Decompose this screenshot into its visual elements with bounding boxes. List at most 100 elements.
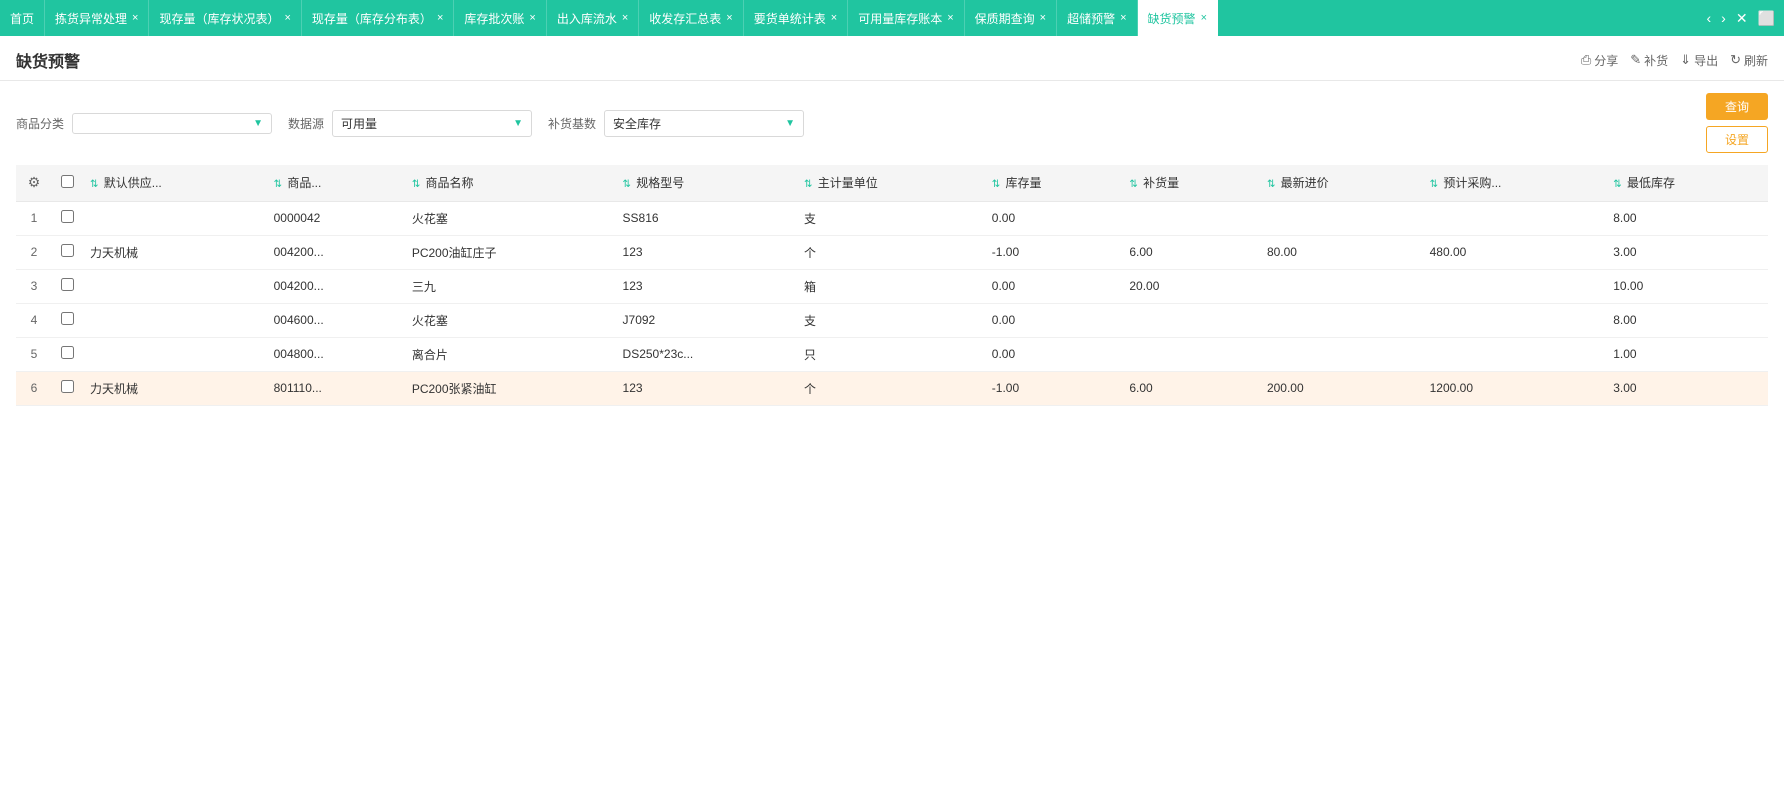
cell-stock: -1.00 (984, 371, 1122, 405)
cell-product-code: 0000042 (266, 201, 404, 235)
tab-close-inout-flow[interactable]: × (622, 12, 628, 24)
row-checkbox-4[interactable] (61, 346, 74, 359)
table-wrapper: ⚙ ⇅ 默认供应... ⇅ 商品... ⇅ 商品名称 (0, 165, 1784, 406)
tab-order-stats[interactable]: 要货单统计表 × (744, 0, 848, 36)
tab-close-receipt-summary[interactable]: × (726, 12, 732, 24)
th-unit[interactable]: ⇅ 主计量单位 (796, 165, 984, 201)
cell-stock: 0.00 (984, 337, 1122, 371)
sort-icon-product-code: ⇅ (274, 179, 282, 190)
row-number: 6 (16, 371, 52, 405)
tab-batch-account[interactable]: 库存批次账 × (454, 0, 546, 36)
th-checkbox (52, 165, 82, 201)
th-spec[interactable]: ⇅ 规格型号 (615, 165, 796, 201)
th-min-stock[interactable]: ⇅ 最低库存 (1605, 165, 1768, 201)
cell-latest-price (1259, 201, 1422, 235)
tab-close-expiry-query[interactable]: × (1040, 12, 1046, 24)
th-product-code[interactable]: ⇅ 商品... (266, 165, 404, 201)
tab-nav-prev[interactable]: ‹ (1701, 0, 1716, 36)
cell-min-stock: 8.00 (1605, 303, 1768, 337)
cell-unit: 只 (796, 337, 984, 371)
table-row: 5 004800... 离合片 DS250*23c... 只 0.00 1.00 (16, 337, 1768, 371)
cell-spec: 123 (615, 371, 796, 405)
th-replenish-qty[interactable]: ⇅ 补货量 (1121, 165, 1259, 201)
th-est-purchase[interactable]: ⇅ 预计采购... (1422, 165, 1606, 201)
tab-close-picking-anomaly[interactable]: × (132, 12, 138, 24)
export-icon: ⇓ (1680, 52, 1691, 68)
filter-bar: 商品分类 ▼ 数据源 可用量 ▼ 补货基数 安全库存 ▼ 查询 设置 (0, 81, 1784, 165)
tab-close-inventory-status[interactable]: × (284, 12, 290, 24)
tab-available-ledger[interactable]: 可用量库存账本 × (848, 0, 964, 36)
cell-product-code: 004800... (266, 337, 404, 371)
cell-replenish-qty (1121, 303, 1259, 337)
tab-nav-maximize[interactable]: ⬜ (1753, 0, 1780, 36)
th-product-name[interactable]: ⇅ 商品名称 (404, 165, 615, 201)
cell-min-stock: 10.00 (1605, 269, 1768, 303)
cell-product-name: 离合片 (404, 337, 615, 371)
cell-spec: J7092 (615, 303, 796, 337)
th-supplier[interactable]: ⇅ 默认供应... (82, 165, 266, 201)
row-number: 2 (16, 235, 52, 269)
sort-icon-supplier: ⇅ (90, 179, 98, 190)
table-row: 4 004600... 火花塞 J7092 支 0.00 8.00 (16, 303, 1768, 337)
replenish-basis-arrow-icon: ▼ (785, 118, 795, 129)
tab-inventory-status[interactable]: 现存量（库存状况表） × (149, 0, 301, 36)
share-button[interactable]: ⎙ 分享 (1581, 52, 1618, 69)
tab-close-order-stats[interactable]: × (831, 12, 837, 24)
tab-inout-flow[interactable]: 出入库流水 × (547, 0, 639, 36)
tab-picking-anomaly[interactable]: 拣货异常处理 × (45, 0, 149, 36)
header-actions: ⎙ 分享 ✎ 补货 ⇓ 导出 ↻ 刷新 (1581, 52, 1768, 69)
tab-close-overstock-warning[interactable]: × (1120, 12, 1126, 24)
tab-close-inventory-distribution[interactable]: × (437, 12, 443, 24)
row-checkbox-cell (52, 337, 82, 371)
cell-replenish-qty (1121, 201, 1259, 235)
tab-bar: 首页 拣货异常处理 × 现存量（库存状况表） × 现存量（库存分布表） × 库存… (0, 0, 1784, 36)
page-content: 缺货预警 ⎙ 分享 ✎ 补货 ⇓ 导出 ↻ 刷新 商品分类 (0, 36, 1784, 796)
column-settings-button[interactable]: ⚙ (28, 174, 41, 191)
category-arrow-icon: ▼ (253, 118, 263, 129)
row-checkbox-5[interactable] (61, 380, 74, 393)
table-row: 6 力天机械 801110... PC200张紧油缸 123 个 -1.00 6… (16, 371, 1768, 405)
row-checkbox-cell (52, 371, 82, 405)
export-button[interactable]: ⇓ 导出 (1680, 52, 1718, 69)
row-checkbox-0[interactable] (61, 210, 74, 223)
settings-button[interactable]: 设置 (1706, 126, 1768, 153)
cell-latest-price (1259, 303, 1422, 337)
data-table: ⚙ ⇅ 默认供应... ⇅ 商品... ⇅ 商品名称 (16, 165, 1768, 406)
tab-overstock-warning[interactable]: 超储预警 × (1057, 0, 1137, 36)
datasource-value: 可用量 (341, 115, 377, 132)
tab-receipt-summary[interactable]: 收发存汇总表 × (639, 0, 743, 36)
cell-replenish-qty: 6.00 (1121, 235, 1259, 269)
row-checkbox-cell (52, 201, 82, 235)
row-checkbox-1[interactable] (61, 244, 74, 257)
cell-product-name: 火花塞 (404, 201, 615, 235)
tab-nav-close-all[interactable]: ✕ (1731, 0, 1753, 36)
th-latest-price[interactable]: ⇅ 最新进价 (1259, 165, 1422, 201)
tab-inventory-distribution[interactable]: 现存量（库存分布表） × (302, 0, 454, 36)
row-checkbox-3[interactable] (61, 312, 74, 325)
category-select[interactable]: ▼ (72, 113, 272, 134)
replenish-basis-value: 安全库存 (613, 115, 661, 132)
row-checkbox-2[interactable] (61, 278, 74, 291)
cell-est-purchase: 480.00 (1422, 235, 1606, 269)
cell-spec: 123 (615, 269, 796, 303)
page-header: 缺货预警 ⎙ 分享 ✎ 补货 ⇓ 导出 ↻ 刷新 (0, 36, 1784, 81)
tab-nav-next[interactable]: › (1716, 0, 1731, 36)
tab-home[interactable]: 首页 (0, 0, 45, 36)
tab-close-batch-account[interactable]: × (529, 12, 535, 24)
th-stock[interactable]: ⇅ 库存量 (984, 165, 1122, 201)
replenish-basis-select[interactable]: 安全库存 ▼ (604, 110, 804, 137)
tab-expiry-query[interactable]: 保质期查询 × (965, 0, 1057, 36)
cell-unit: 支 (796, 303, 984, 337)
replenish-button[interactable]: ✎ 补货 (1630, 52, 1668, 69)
query-button[interactable]: 查询 (1706, 93, 1768, 120)
datasource-select[interactable]: 可用量 ▼ (332, 110, 532, 137)
tab-shortage-warning[interactable]: 缺货预警 × (1138, 0, 1218, 36)
table-body: 1 0000042 火花塞 SS816 支 0.00 8.00 2 力天机械 0… (16, 201, 1768, 405)
cell-est-purchase (1422, 201, 1606, 235)
select-all-checkbox[interactable] (61, 175, 74, 188)
tab-close-available-ledger[interactable]: × (947, 12, 953, 24)
refresh-button[interactable]: ↻ 刷新 (1730, 52, 1768, 69)
tab-close-shortage-warning[interactable]: × (1201, 12, 1207, 24)
cell-est-purchase: 1200.00 (1422, 371, 1606, 405)
cell-supplier (82, 303, 266, 337)
